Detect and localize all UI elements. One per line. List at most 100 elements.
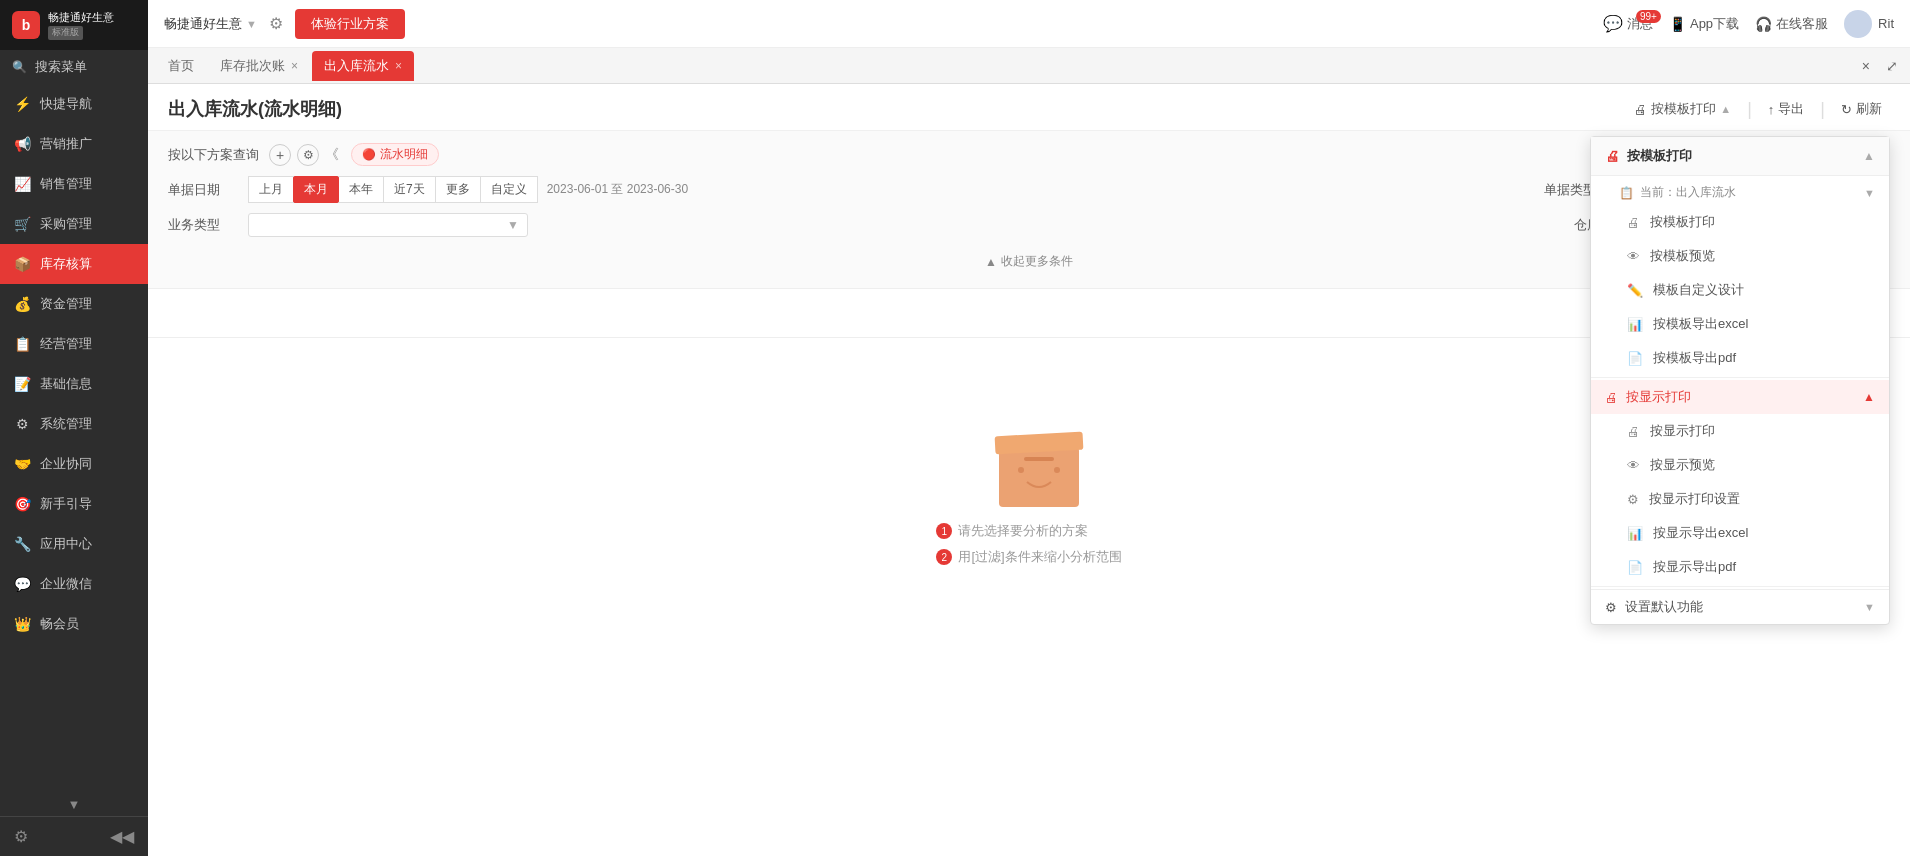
dropdown-divider-2 [1591,586,1889,587]
filter-collapse-icon[interactable]: 《 [325,146,339,164]
filter-action-buttons: + ⚙ 《 [269,144,339,166]
export-icon: ↑ [1768,102,1775,117]
current-template-icon: 📋 [1619,186,1634,200]
finance-icon: 💰 [12,294,32,314]
print-header-icon: 🖨 [1605,148,1619,164]
topbar: 畅捷通好生意 ▼ ⚙ 体验行业方案 💬 消息 99+ 📱 App下载 🎧 在线客… [148,0,1910,48]
user-profile[interactable]: Rit [1844,10,1894,38]
sidebar-item-purchase[interactable]: 🛒 采购管理 [0,204,148,244]
industry-solution-button[interactable]: 体验行业方案 [295,9,405,39]
sidebar-item-app-center[interactable]: 🔧 应用中心 [0,524,148,564]
filter-tag-flow-detail[interactable]: 🔴 流水明细 [351,143,439,166]
topbar-gear-icon[interactable]: ⚙ [269,14,283,33]
tab-inventory-batch[interactable]: 库存批次账 × [208,51,310,81]
dropdown-item-template-excel[interactable]: 📊 按模板导出excel [1591,307,1889,341]
date-this-year[interactable]: 本年 [338,176,384,203]
sidebar-item-operations[interactable]: 📋 经营管理 [0,324,148,364]
dropdown-item-display-excel[interactable]: 📊 按显示导出excel [1591,516,1889,550]
dropdown-item-display-pdf[interactable]: 📄 按显示导出pdf [1591,550,1889,584]
app-center-icon: 🔧 [12,534,32,554]
window-expand-icon[interactable]: ⤢ [1882,56,1902,76]
sidebar-search[interactable]: 🔍 搜索菜单 [0,50,148,84]
date-label: 单据日期 [168,181,238,199]
dropdown-item-template-pdf[interactable]: 📄 按模板导出pdf [1591,341,1889,375]
sidebar-item-basic-info[interactable]: 📝 基础信息 [0,364,148,404]
logo-area: b 畅捷通好生意 标准版 [0,0,148,50]
sidebar-footer: ⚙ ◀◀ [0,816,148,856]
empty-svg [979,402,1099,512]
sidebar-item-enterprise[interactable]: 🤝 企业协同 [0,444,148,484]
biz-type-field[interactable]: ▼ [248,213,528,237]
online-service-button[interactable]: 🎧 在线客服 [1755,15,1828,33]
sidebar: b 畅捷通好生意 标准版 🔍 搜索菜单 ⚡ 快捷导航 📢 营销推广 📈 销售管理… [0,0,148,856]
settings-icon[interactable]: ⚙ [14,827,28,846]
dropdown-item-template-custom[interactable]: ✏️ 模板自定义设计 [1591,273,1889,307]
sidebar-item-member[interactable]: 👑 畅会员 [0,604,148,644]
date-custom[interactable]: 自定义 [480,176,538,203]
sidebar-item-marketing[interactable]: 📢 营销推广 [0,124,148,164]
template-print-item-icon: 🖨 [1627,215,1640,230]
template-excel-icon: 📊 [1627,317,1643,332]
window-close-icon[interactable]: × [1858,56,1874,76]
refresh-icon: ↻ [1841,102,1852,117]
tab-inventory-batch-close[interactable]: × [291,59,298,73]
sidebar-item-inventory[interactable]: 📦 库存核算 [0,244,148,284]
dropdown-header-arrow: ▲ [1863,149,1875,163]
display-pdf-icon: 📄 [1627,560,1643,575]
dropdown-item-template-print[interactable]: 🖨 按模板打印 [1591,205,1889,239]
date-filter: 上月 本月 本年 近7天 更多 自定义 [248,176,537,203]
marketing-icon: 📢 [12,134,32,154]
company-selector[interactable]: 畅捷通好生意 ▼ [164,15,257,33]
template-pdf-icon: 📄 [1627,351,1643,366]
dropdown-item-display-settings[interactable]: ⚙ 按显示打印设置 [1591,482,1889,516]
page-title: 出入库流水(流水明细) [168,97,342,121]
message-button[interactable]: 💬 消息 99+ [1603,14,1653,33]
app-download-button[interactable]: 📱 App下载 [1669,15,1739,33]
collapse-sidebar-icon[interactable]: ◀◀ [110,827,134,846]
dropdown-item-display-preview[interactable]: 👁 按显示预览 [1591,448,1889,482]
display-preview-icon: 👁 [1627,458,1640,473]
date-last-month[interactable]: 上月 [248,176,294,203]
sidebar-item-guide[interactable]: 🎯 新手引导 [0,484,148,524]
sidebar-scroll-down[interactable]: ▼ [0,793,148,816]
template-print-dropdown: 🖨 按模板打印 ▲ 📋 当前：出入库流水 ▼ 🖨 按模板打印 👁 按模 [1590,136,1890,625]
template-print-button[interactable]: 🖨 按模板打印 ▲ [1626,96,1739,122]
filter-settings-button[interactable]: ⚙ [297,144,319,166]
tab-inventory-flow[interactable]: 出入库流水 × [312,51,414,81]
sidebar-item-sales[interactable]: 📈 销售管理 [0,164,148,204]
date-recent7[interactable]: 近7天 [383,176,436,203]
dropdown-footer-settings[interactable]: ⚙ 设置默认功能 ▼ [1591,589,1889,624]
dropdown-item-display-print[interactable]: 🖨 按显示打印 [1591,414,1889,448]
refresh-button[interactable]: ↻ 刷新 [1833,96,1890,122]
svg-rect-0 [999,447,1079,507]
svg-point-3 [1018,467,1024,473]
tab-inventory-flow-close[interactable]: × [395,59,402,73]
empty-illustration [979,402,1079,502]
export-button[interactable]: ↑ 导出 [1760,96,1813,122]
date-more[interactable]: 更多 [435,176,481,203]
sidebar-item-quick-nav[interactable]: ⚡ 快捷导航 [0,84,148,124]
sidebar-item-wechat[interactable]: 💬 企业微信 [0,564,148,604]
operations-icon: 📋 [12,334,32,354]
basic-info-icon: 📝 [12,374,32,394]
filter-add-button[interactable]: + [269,144,291,166]
date-this-month[interactable]: 本月 [293,176,339,203]
headset-icon: 🎧 [1755,16,1772,32]
dropdown-item-template-preview[interactable]: 👁 按模板预览 [1591,239,1889,273]
footer-settings-icon: ⚙ [1605,600,1617,615]
empty-instructions: 1 请先选择要分析的方案 2 用[过滤]条件来缩小分析范围 [936,522,1121,574]
tab-home[interactable]: 首页 [156,51,206,81]
biz-type-arrow: ▼ [507,218,519,232]
sidebar-item-system[interactable]: ⚙ 系统管理 [0,404,148,444]
dropdown-header[interactable]: 🖨 按模板打印 ▲ [1591,137,1889,176]
current-template-arrow: ▼ [1864,187,1875,199]
template-print-arrow: ▲ [1720,103,1731,115]
topbar-right: 💬 消息 99+ 📱 App下载 🎧 在线客服 Rit [1603,10,1894,38]
separator-1: | [1747,99,1752,120]
printer-icon: 🖨 [1634,102,1647,117]
sidebar-item-finance[interactable]: 💰 资金管理 [0,284,148,324]
inventory-icon: 📦 [12,254,32,274]
page-content: 出入库流水(流水明细) 🖨 按模板打印 ▲ | ↑ 导出 | ↻ 刷新 [148,84,1910,856]
purchase-icon: 🛒 [12,214,32,234]
dropdown-display-section[interactable]: 🖨 按显示打印 ▲ [1591,380,1889,414]
